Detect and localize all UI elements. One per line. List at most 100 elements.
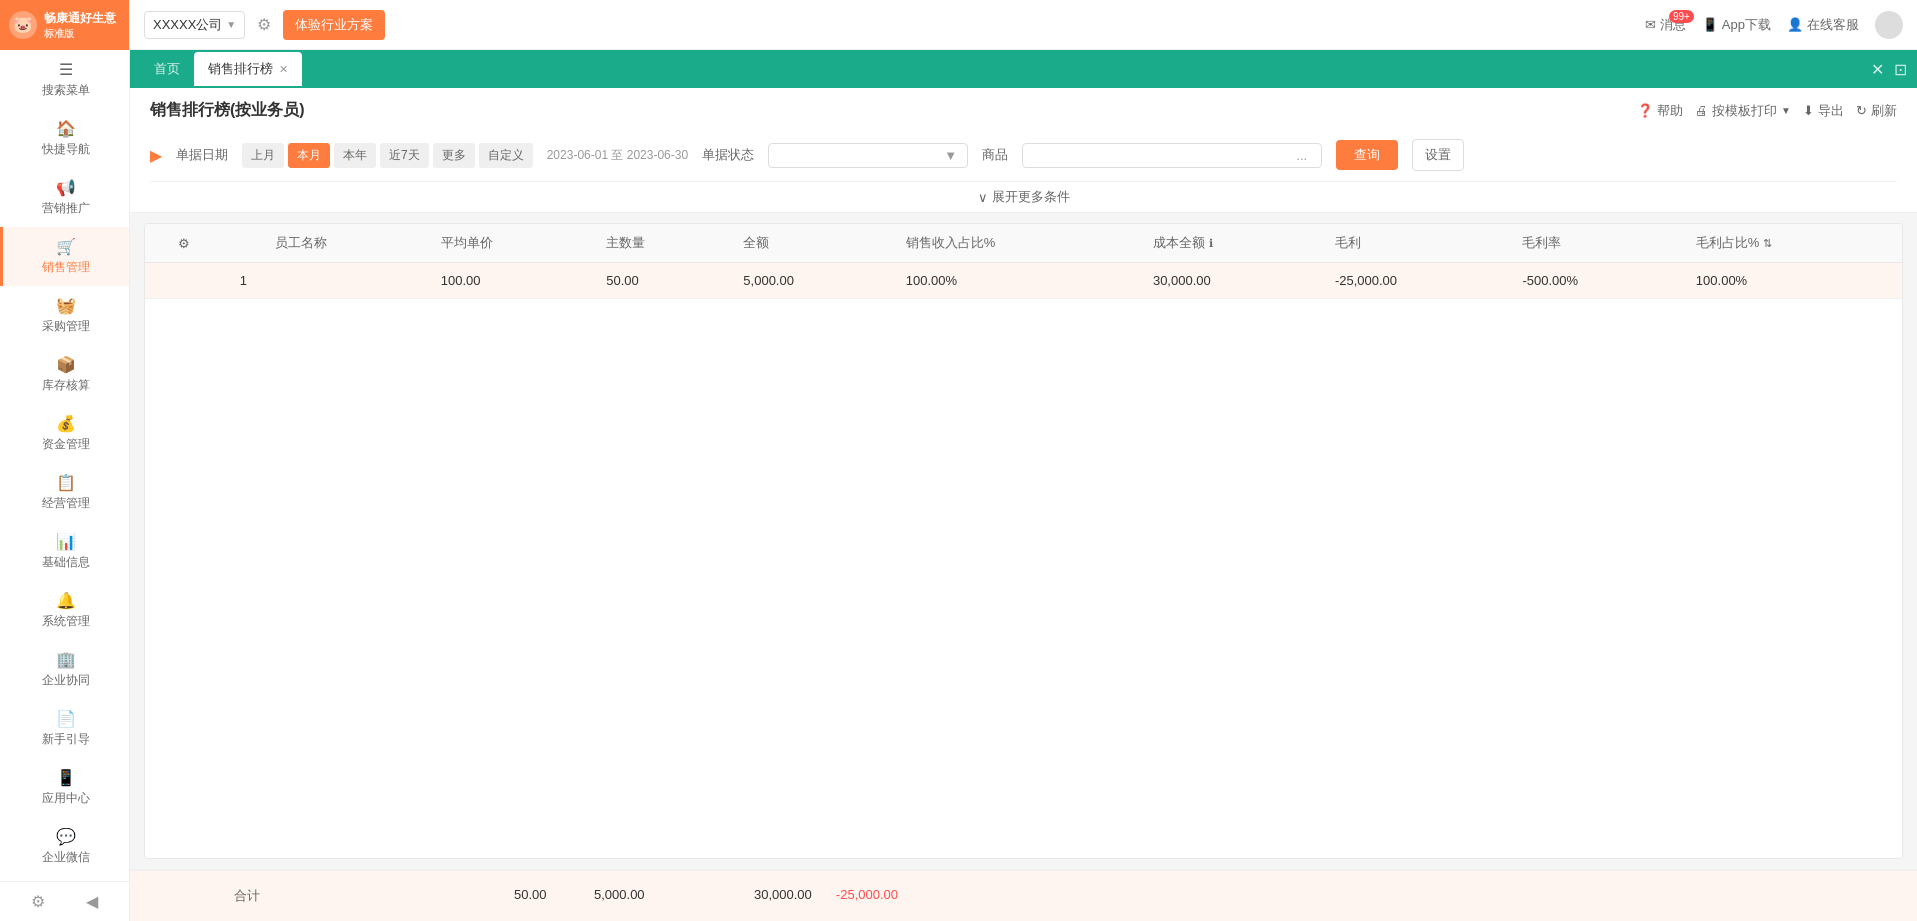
- sidebar-label-shortcut: 快捷导航: [42, 141, 90, 158]
- content-area: 销售排行榜(按业务员) ❓ 帮助 🖨 按模板打印 ▼ ⬇ 导出: [130, 88, 1917, 921]
- cell-cost: 30,000.00: [1141, 263, 1323, 299]
- date-btn-this-month[interactable]: 本月: [288, 143, 330, 168]
- sidebar-item-enterprise[interactable]: 🏢 企业协同: [0, 640, 129, 699]
- company-name: XXXXX公司: [153, 16, 222, 34]
- sidebar-item-marketing[interactable]: 📢 营销推广: [0, 168, 129, 227]
- app-download-button[interactable]: 📱 App下载: [1702, 16, 1771, 34]
- gross-pct-sort-icon[interactable]: ⇅: [1763, 237, 1772, 249]
- sidebar-item-search[interactable]: ☰ 搜索菜单: [0, 50, 129, 109]
- sidebar-item-sales[interactable]: 🛒 销售管理: [0, 227, 129, 286]
- sidebar-label-sales: 销售管理: [42, 259, 90, 276]
- export-button[interactable]: ⬇ 导出: [1803, 102, 1844, 120]
- marketing-icon: 📢: [56, 178, 76, 197]
- cell-rank: 1: [223, 263, 263, 299]
- date-btn-custom[interactable]: 自定义: [479, 143, 533, 168]
- trial-button[interactable]: 体验行业方案: [283, 10, 385, 40]
- cell-gross-rate: -500.00%: [1510, 263, 1683, 299]
- date-btn-more[interactable]: 更多: [433, 143, 475, 168]
- sidebar-item-finance[interactable]: 💰 资金管理: [0, 404, 129, 463]
- sidebar-item-guide[interactable]: 📄 新手引导: [0, 699, 129, 758]
- expand-more-row[interactable]: ∨ 展开更多条件: [150, 181, 1897, 212]
- inventory-icon: 📦: [56, 355, 76, 374]
- th-amount: 全额: [731, 224, 893, 263]
- top-bar-right: ✉ 消息 99+ 📱 App下载 👤 在线客服: [1645, 11, 1903, 39]
- collapse-toggle-icon[interactable]: ▶: [150, 146, 162, 165]
- tab-sales-rank[interactable]: 销售排行榜 ✕: [194, 52, 302, 86]
- message-button[interactable]: ✉ 消息 99+: [1645, 16, 1686, 34]
- th-settings[interactable]: ⚙: [145, 224, 223, 263]
- table-settings-icon[interactable]: ⚙: [178, 236, 190, 251]
- table-header-row: ⚙ 员工名称 平均单价 主数量 全额 销售收入占比% 成本全额 ℹ 毛利 毛利率…: [145, 224, 1902, 263]
- sidebar-label-purchase: 采购管理: [42, 318, 90, 335]
- status-filter-select[interactable]: ▼: [768, 143, 968, 168]
- sidebar-item-system[interactable]: 🔔 系统管理: [0, 581, 129, 640]
- sidebar-settings-icon[interactable]: ⚙: [31, 892, 45, 911]
- date-btn-last-7days[interactable]: 近7天: [380, 143, 429, 168]
- date-filter-label: 单据日期: [176, 146, 228, 164]
- finance-icon: 💰: [56, 414, 76, 433]
- tab-bar: 首页 销售排行榜 ✕ ✕ ⊡: [130, 50, 1917, 88]
- print-caret-icon: ▼: [1781, 105, 1791, 116]
- logo-icon: 🐷: [8, 10, 38, 40]
- th-gross: 毛利: [1323, 224, 1511, 263]
- footer-avg-price: [422, 881, 502, 911]
- sidebar-collapse-icon[interactable]: ◀: [86, 892, 98, 911]
- download-icon: 📱: [1702, 17, 1718, 32]
- goods-filter-select[interactable]: ...: [1022, 143, 1322, 168]
- print-button[interactable]: 🖨 按模板打印 ▼: [1695, 102, 1791, 120]
- tab-restore-icon[interactable]: ⊡: [1894, 60, 1907, 79]
- page-title-row: 销售排行榜(按业务员) ❓ 帮助 🖨 按模板打印 ▼ ⬇ 导出: [150, 100, 1897, 129]
- sidebar-item-operations[interactable]: 📋 经营管理: [0, 463, 129, 522]
- footer-gross: -25,000.00: [824, 881, 910, 911]
- cell-sales-pct: 100.00%: [894, 263, 1141, 299]
- goods-more-icon[interactable]: ...: [1296, 148, 1307, 163]
- sidebar-item-inventory[interactable]: 📦 库存核算: [0, 345, 129, 404]
- footer-label: [142, 881, 222, 911]
- top-bar: XXXXX公司 ▼ ⚙ 体验行业方案 ✉ 消息 99+ 📱 App下载 👤 在线…: [130, 0, 1917, 50]
- sidebar-item-basic[interactable]: 📊 基础信息: [0, 522, 129, 581]
- footer-sales-pct: [662, 881, 742, 911]
- date-btn-last-month[interactable]: 上月: [242, 143, 284, 168]
- help-button[interactable]: ❓ 帮助: [1637, 102, 1683, 120]
- company-selector[interactable]: XXXXX公司 ▼: [144, 11, 245, 39]
- refresh-button[interactable]: ↻ 刷新: [1856, 102, 1897, 120]
- export-icon: ⬇: [1803, 103, 1814, 118]
- tab-home[interactable]: 首页: [140, 52, 194, 86]
- cell-qty: 50.00: [594, 263, 731, 299]
- top-bar-left: XXXXX公司 ▼ ⚙ 体验行业方案: [144, 10, 385, 40]
- footer-cost: 30,000.00: [742, 881, 824, 911]
- footer-qty: 50.00: [502, 881, 582, 911]
- sidebar-item-shortcut[interactable]: 🏠 快捷导航: [0, 109, 129, 168]
- goods-filter-label: 商品: [982, 146, 1008, 164]
- sidebar-label-finance: 资金管理: [42, 436, 90, 453]
- cost-info-icon[interactable]: ℹ: [1209, 237, 1213, 249]
- th-rank: [223, 224, 263, 263]
- service-icon: 👤: [1787, 17, 1803, 32]
- date-btn-this-year[interactable]: 本年: [334, 143, 376, 168]
- tab-close-all-icon[interactable]: ✕: [1871, 60, 1884, 79]
- sidebar-label-guide: 新手引导: [42, 731, 90, 748]
- home-icon: 🏠: [56, 119, 76, 138]
- message-badge: 99+: [1669, 10, 1694, 23]
- sidebar-label-search: 搜索菜单: [42, 82, 90, 99]
- th-avg-price: 平均单价: [429, 224, 594, 263]
- svg-text:🐷: 🐷: [13, 15, 33, 34]
- avatar[interactable]: [1875, 11, 1903, 39]
- tab-close-icon[interactable]: ✕: [279, 63, 288, 76]
- cell-name: [263, 263, 428, 299]
- sidebar-label-wechat: 企业微信: [42, 849, 90, 866]
- footer-total-label: 合计: [222, 881, 302, 911]
- cell-gross-pct: 100.00%: [1684, 263, 1902, 299]
- page-title: 销售排行榜(按业务员): [150, 100, 305, 121]
- sidebar-item-apps[interactable]: 📱 应用中心: [0, 758, 129, 817]
- sidebar-item-purchase[interactable]: 🧺 采购管理: [0, 286, 129, 345]
- sidebar-item-wechat[interactable]: 💬 企业微信: [0, 817, 129, 876]
- search-icon: ☰: [59, 60, 73, 79]
- sidebar-label-apps: 应用中心: [42, 790, 90, 807]
- table-row: 1 100.00 50.00 5,000.00 100.00% 30,000.0…: [145, 263, 1902, 299]
- date-filter-buttons: 上月 本月 本年 近7天 更多 自定义: [242, 143, 533, 168]
- settings-button[interactable]: 设置: [1412, 139, 1464, 171]
- query-button[interactable]: 查询: [1336, 140, 1398, 170]
- settings-gear-icon[interactable]: ⚙: [253, 11, 275, 38]
- online-service-button[interactable]: 👤 在线客服: [1787, 16, 1859, 34]
